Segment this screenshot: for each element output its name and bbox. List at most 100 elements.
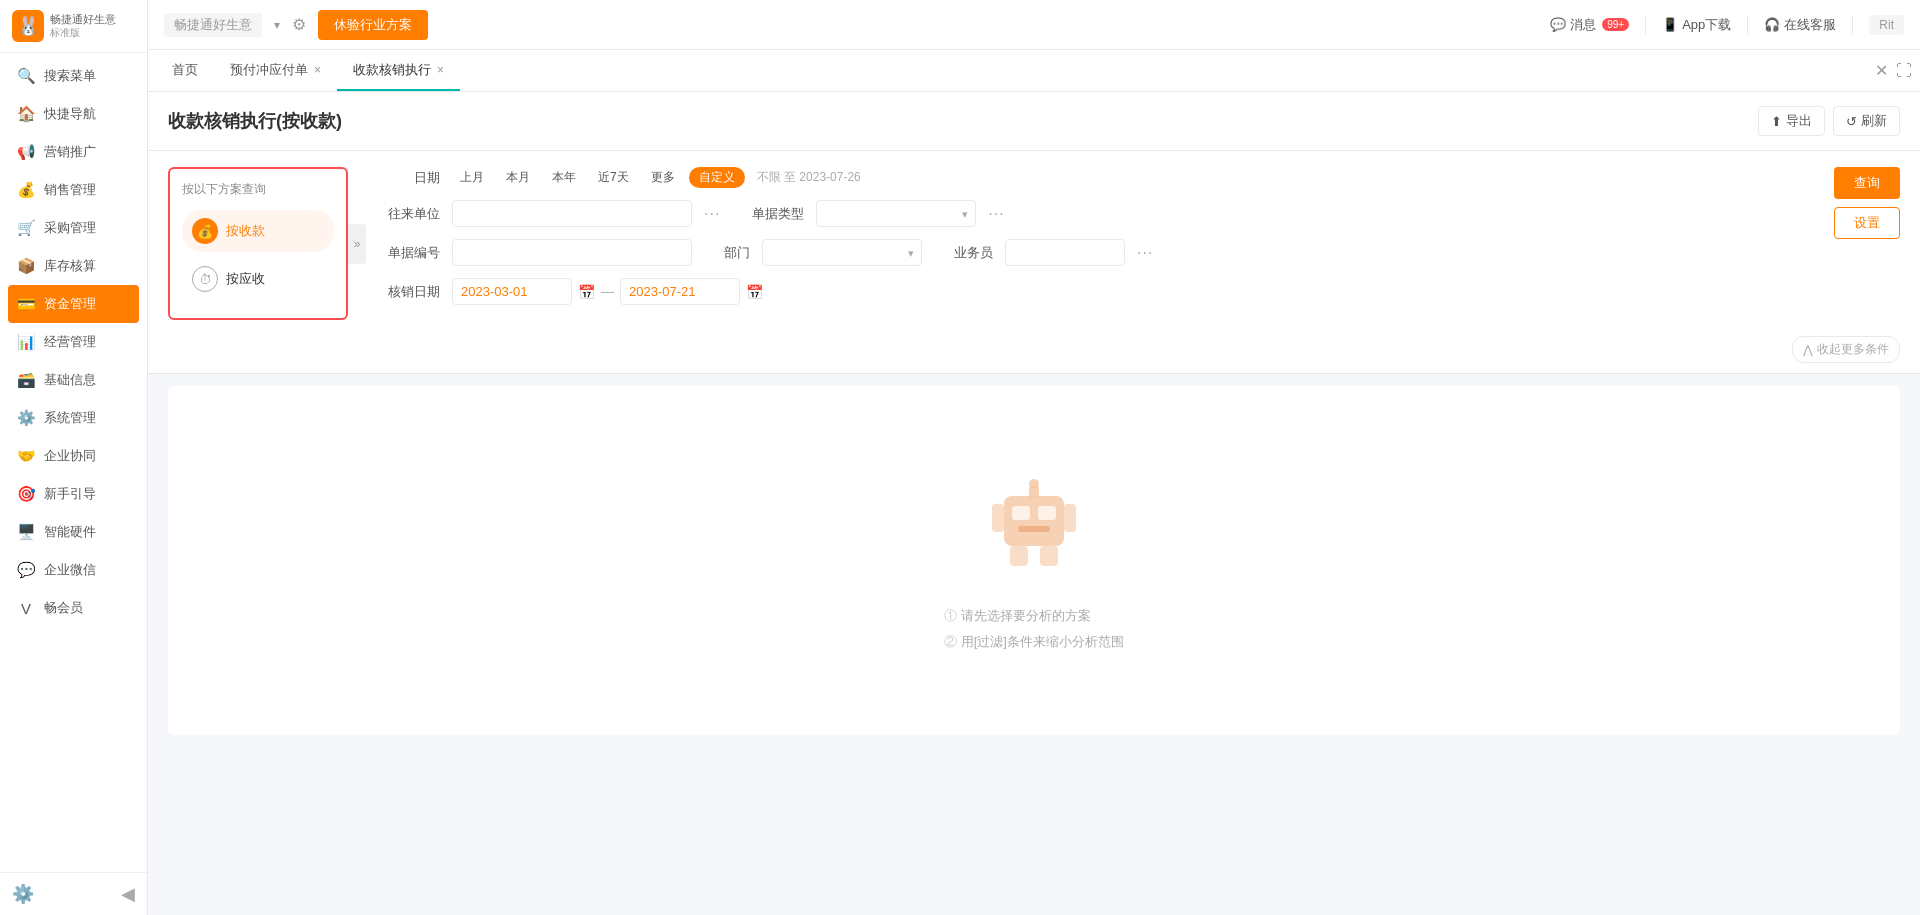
tab-home[interactable]: 首页 (156, 50, 214, 91)
sidebar-item-wechat[interactable]: 💬企业微信 (0, 551, 147, 589)
verify-date-end-input[interactable] (620, 278, 740, 305)
svg-rect-3 (1018, 526, 1050, 532)
search-icon: 🔍 (16, 67, 36, 85)
receipt-option-icon: 💰 (192, 218, 218, 244)
industry-solution-button[interactable]: 休验行业方案 (318, 10, 428, 40)
shortcut-last-month[interactable]: 上月 (452, 167, 492, 188)
basic-icon: 🗃️ (16, 371, 36, 389)
sidebar-item-finance[interactable]: 💳资金管理 (8, 285, 139, 323)
enterprise-icon: 🤝 (16, 447, 36, 465)
dept-label: 部门 (724, 244, 750, 262)
filter-actions: 查询 设置 (1834, 167, 1900, 239)
doc-no-input[interactable] (452, 239, 692, 266)
nav-label-sales: 销售管理 (44, 181, 96, 199)
sales-icon: 💰 (16, 181, 36, 199)
shortcut-more[interactable]: 更多 (643, 167, 683, 188)
sidebar-item-hardware[interactable]: 🖥️智能硬件 (0, 513, 147, 551)
guide-icon: 🎯 (16, 485, 36, 503)
topbar-chevron-icon[interactable]: ▾ (274, 18, 280, 32)
user-name[interactable]: Rit (1869, 15, 1904, 35)
sidebar-item-inventory[interactable]: 📦库存核算 (0, 247, 147, 285)
filter-option-by-receipt[interactable]: 💰 按收款 (182, 210, 334, 252)
receivable-option-label: 按应收 (226, 270, 265, 288)
main-area: 畅捷通好生意 ▾ ⚙ 休验行业方案 💬 消息 99+ 📱 App下载 🎧 在线客… (148, 0, 1920, 915)
sidebar-item-enterprise[interactable]: 🤝企业协同 (0, 437, 147, 475)
message-item[interactable]: 💬 消息 99+ (1550, 16, 1629, 34)
setting-button[interactable]: 设置 (1834, 207, 1900, 239)
marketing-icon: 📢 (16, 143, 36, 161)
tabbar: 首页 预付冲应付单 × 收款核销执行 × ✕ ⛶ (148, 50, 1920, 92)
system-icon: ⚙️ (16, 409, 36, 427)
purchase-icon: 🛒 (16, 219, 36, 237)
staff-input[interactable] (1005, 239, 1125, 266)
sidebar-item-member[interactable]: V畅会员 (0, 589, 147, 627)
app-download-label: App下载 (1682, 16, 1731, 34)
partner-input[interactable] (452, 200, 692, 227)
verify-date-start-calendar-icon[interactable]: 📅 (578, 284, 595, 300)
online-service-label: 在线客服 (1784, 16, 1836, 34)
sidebar-footer: ⚙️ ◀ (0, 872, 147, 915)
partner-more-icon[interactable]: ··· (704, 205, 720, 223)
svg-rect-0 (1004, 496, 1064, 546)
refresh-button[interactable]: ↺ 刷新 (1833, 106, 1900, 136)
svg-rect-7 (1064, 504, 1076, 532)
online-service-item[interactable]: 🎧 在线客服 (1764, 16, 1836, 34)
dept-select[interactable] (762, 239, 922, 266)
shortcut-7days[interactable]: 近7天 (590, 167, 637, 188)
app-download-item[interactable]: 📱 App下载 (1662, 16, 1731, 34)
sidebar-item-guide[interactable]: 🎯 新手引导 (0, 475, 147, 513)
message-badge: 99+ (1602, 18, 1629, 31)
svg-rect-6 (992, 504, 1004, 532)
sidebar-item-purchase[interactable]: 🛒采购管理 (0, 209, 147, 247)
refresh-icon: ↺ (1846, 114, 1857, 129)
svg-point-5 (1029, 479, 1039, 489)
settings-icon[interactable]: ⚙️ (12, 883, 34, 905)
filter-sidebar-collapse-icon[interactable]: » (348, 224, 366, 264)
verify-date-sep: — (601, 284, 614, 299)
nav-label-operation: 经营管理 (44, 333, 96, 351)
tab-expand-icon[interactable]: ⛶ (1896, 62, 1912, 80)
collapse-more-label: 收起更多条件 (1817, 341, 1889, 358)
wechat-icon: 💬 (16, 561, 36, 579)
tab-prepay[interactable]: 预付冲应付单 × (214, 50, 337, 91)
shortcut-custom[interactable]: 自定义 (689, 167, 745, 188)
sidebar-nav: 🔍搜索菜单🏠快捷导航📢营销推广 💰 销售管理 🛒采购管理📦库存核算💳资金管理 📊 经营管理… (0, 53, 147, 872)
date-filter-row: 日期 上月 本月 本年 近7天 更多 自定义 不限 至 2023-07-26 (380, 167, 1802, 188)
export-button[interactable]: ⬆ 导出 (1758, 106, 1825, 136)
shortcut-icon: 🏠 (16, 105, 36, 123)
nav-label-guide: 新手引导 (44, 485, 96, 503)
doc-type-select[interactable] (816, 200, 976, 227)
svg-rect-2 (1038, 506, 1056, 520)
shortcut-this-year[interactable]: 本年 (544, 167, 584, 188)
sidebar-item-shortcut[interactable]: 🏠快捷导航 (0, 95, 147, 133)
verify-date-label: 核销日期 (380, 283, 440, 301)
export-label: 导出 (1786, 112, 1812, 130)
nav-label-inventory: 库存核算 (44, 257, 96, 275)
collapse-sidebar-icon[interactable]: ◀ (121, 883, 135, 905)
message-label: 消息 (1570, 16, 1596, 34)
verify-date-end-calendar-icon[interactable]: 📅 (746, 284, 763, 300)
sidebar-item-sales[interactable]: 💰 销售管理 (0, 171, 147, 209)
sidebar-item-marketing[interactable]: 📢营销推广 (0, 133, 147, 171)
filter-sidebar: 按以下方案查询 💰 按收款 ⏱ 按应收 » (168, 167, 348, 320)
collapse-more-button[interactable]: ⋀ 收起更多条件 (1792, 336, 1900, 363)
tab-receipt[interactable]: 收款核销执行 × (337, 50, 460, 91)
verify-date-row: 核销日期 📅 — 📅 (380, 278, 1802, 305)
sidebar-item-basic[interactable]: 🗃️基础信息 (0, 361, 147, 399)
receipt-tab-close-icon[interactable]: × (437, 63, 444, 77)
topbar-gear-icon[interactable]: ⚙ (292, 15, 306, 34)
shortcut-this-month[interactable]: 本月 (498, 167, 538, 188)
sidebar-item-operation[interactable]: 📊 经营管理 (0, 323, 147, 361)
tab-close-all-icon[interactable]: ✕ (1875, 61, 1888, 80)
operation-icon: 📊 (16, 333, 36, 351)
verify-date-start-input[interactable] (452, 278, 572, 305)
staff-more-icon[interactable]: ··· (1137, 244, 1153, 262)
svg-rect-9 (1040, 546, 1058, 566)
query-button[interactable]: 查询 (1834, 167, 1900, 199)
doc-type-more-icon[interactable]: ··· (988, 205, 1004, 223)
sidebar-item-system[interactable]: ⚙️系统管理 (0, 399, 147, 437)
filter-option-by-receivable[interactable]: ⏱ 按应收 (182, 258, 334, 300)
doc-type-label: 单据类型 (752, 205, 804, 223)
sidebar-item-search[interactable]: 🔍搜索菜单 (0, 57, 147, 95)
prepay-tab-close-icon[interactable]: × (314, 63, 321, 77)
